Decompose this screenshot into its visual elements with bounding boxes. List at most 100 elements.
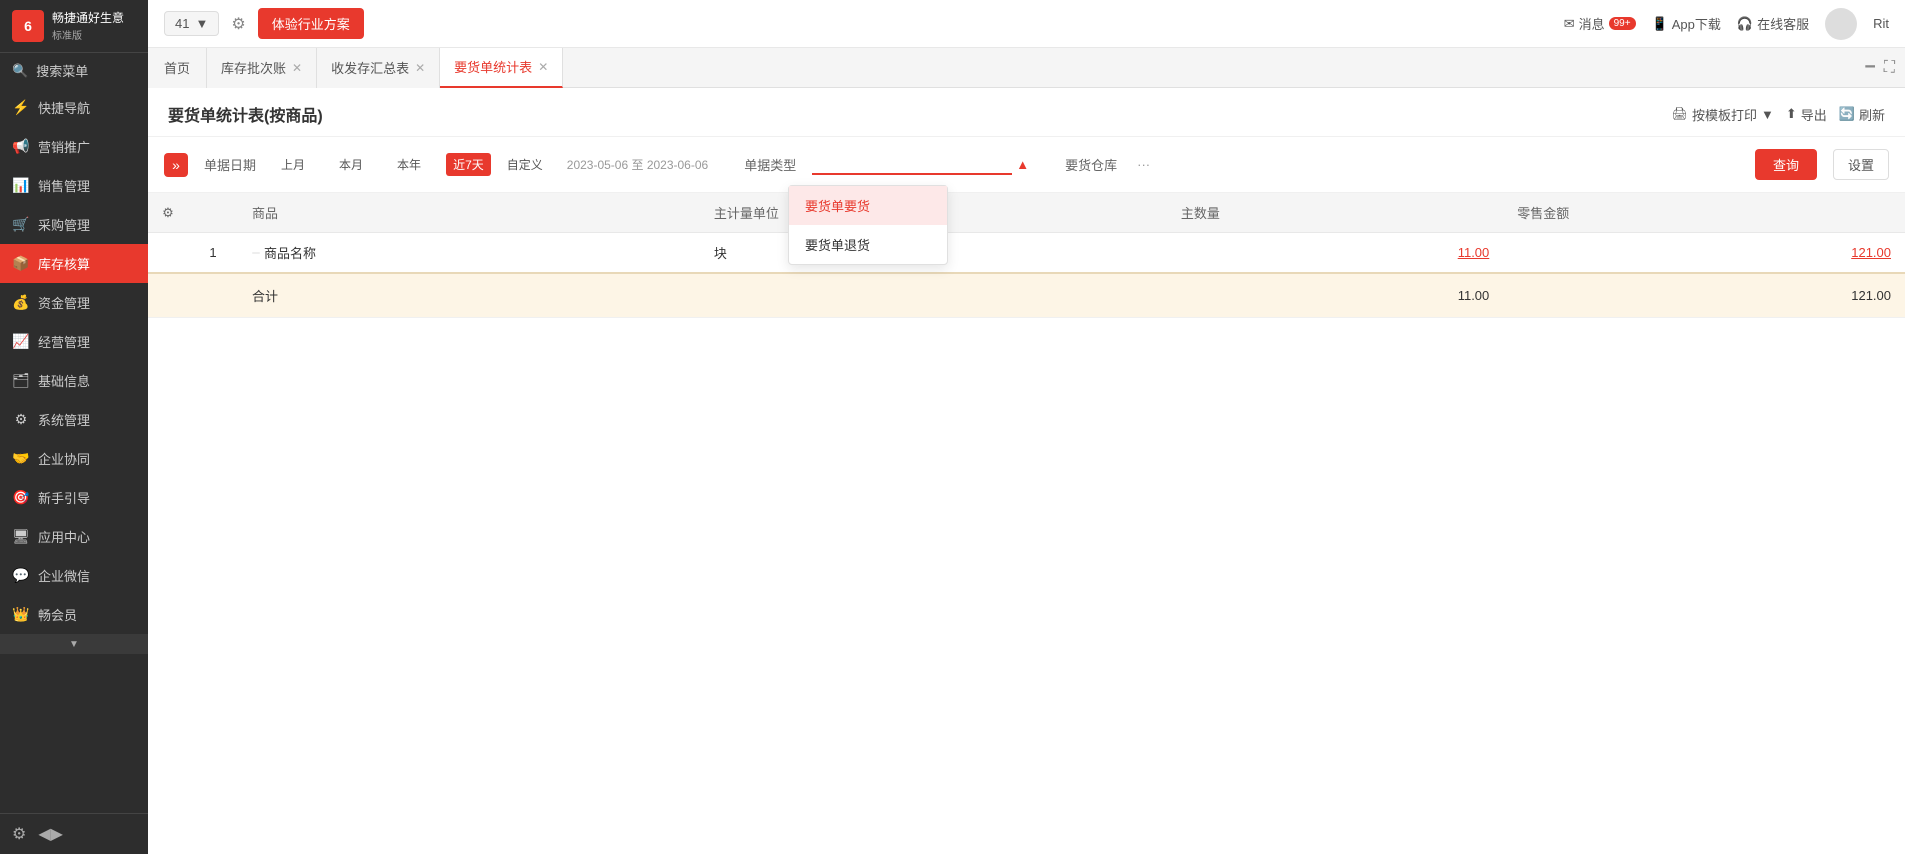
sidebar-item-sales[interactable]: 📊 销售管理 (0, 166, 148, 205)
td-empty (148, 233, 188, 274)
finance-icon: 💰 (12, 294, 30, 311)
trial-industry-button[interactable]: 体验行业方案 (258, 8, 364, 39)
last-7-days-btn[interactable]: 近7天 (446, 153, 491, 176)
page-actions: 🖨 按模板打印 ▼ ⬆ 导出 🔄 刷新 (1671, 105, 1885, 124)
sidebar-item-label: 营销推广 (38, 137, 90, 156)
export-button[interactable]: ⬆ 导出 (1786, 105, 1827, 124)
sidebar-item-label: 系统管理 (38, 410, 90, 429)
type-dropdown-icon[interactable]: ▲ (1016, 157, 1029, 172)
tab-receipts-summary-close[interactable]: ✕ (415, 61, 425, 75)
sidebar-item-label: 应用中心 (38, 527, 90, 546)
sidebar-item-cooperation[interactable]: 🤝 企业协同 (0, 439, 148, 478)
sidebar-item-vip[interactable]: 👑 畅会员 (0, 595, 148, 634)
tab-home[interactable]: 首页 (148, 48, 207, 88)
td-amount: 121.00 (1503, 233, 1905, 274)
sidebar-item-label: 基础信息 (38, 371, 90, 390)
sidebar-item-quick-nav[interactable]: ⚡ 快捷导航 (0, 88, 148, 127)
message-button[interactable]: ✉ 消息 99+ (1564, 14, 1636, 33)
dropdown-item-purchase-order[interactable]: 要货单要货 (789, 186, 947, 225)
store-number: 41 (175, 16, 189, 31)
search-menu[interactable]: 🔍 搜索菜单 (0, 53, 148, 88)
sidebar-scroll-down[interactable]: ▼ (0, 634, 148, 654)
sidebar-item-inventory[interactable]: 📦 库存核算 (0, 244, 148, 283)
warehouse-more-icon[interactable]: ··· (1137, 157, 1150, 172)
settings-footer-icon[interactable]: ⚙ (12, 824, 26, 844)
refresh-icon: 🔄 (1839, 106, 1855, 122)
tab-home-label: 首页 (164, 58, 190, 77)
table-body: 1 商品名称 块 11.00 121.00 (148, 233, 1905, 274)
online-service-button[interactable]: 🎧 在线客服 (1737, 14, 1809, 33)
td-seq: 1 (188, 233, 238, 274)
tabs-maximize-icon[interactable]: ⛶ (1884, 59, 1895, 77)
filter-expand-button[interactable]: » (164, 153, 188, 177)
footer-label: 合计 (238, 273, 700, 318)
settings-button[interactable]: 设置 (1833, 149, 1889, 180)
sidebar-footer: ⚙ ◀▶ (0, 813, 148, 854)
table-footer: 合计 11.00 121.00 (148, 273, 1905, 318)
type-input-wrap: ▲ (812, 154, 1029, 175)
topbar: 41 ▼ ⚙ 体验行业方案 ✉ 消息 99+ 📱 App下载 🎧 在线客服 Ri… (148, 0, 1905, 48)
user-avatar[interactable] (1825, 8, 1857, 40)
product-tag (252, 252, 260, 254)
this-year-btn[interactable]: 本年 (388, 152, 430, 177)
sales-icon: 📊 (12, 177, 30, 194)
page-content: 要货单统计表(按商品) 🖨 按模板打印 ▼ ⬆ 导出 🔄 刷新 (148, 88, 1905, 854)
table-row: 1 商品名称 块 11.00 121.00 (148, 233, 1905, 274)
footer-amount: 121.00 (1503, 273, 1905, 318)
export-label: 导出 (1801, 105, 1827, 124)
tab-inventory-batch[interactable]: 库存批次账 ✕ (207, 48, 317, 88)
sidebar-item-operation[interactable]: 📈 经营管理 (0, 322, 148, 361)
settings-gear-icon[interactable]: ⚙ (231, 14, 245, 34)
store-dropdown-icon: ▼ (195, 16, 208, 31)
export-icon: ⬆ (1786, 106, 1797, 122)
sidebar-item-wechat[interactable]: 💬 企业微信 (0, 556, 148, 595)
td-quantity: 11.00 (1167, 233, 1503, 274)
sidebar-item-purchase[interactable]: 🛒 采购管理 (0, 205, 148, 244)
print-label: 按模板打印 (1692, 105, 1757, 124)
sidebar-item-appstore[interactable]: 🖥 应用中心 (0, 517, 148, 556)
refresh-button[interactable]: 🔄 刷新 (1839, 105, 1885, 124)
app-download-button[interactable]: 📱 App下载 (1652, 14, 1721, 33)
table-wrap: ⚙ 商品 主计量单位 主数量 零售金额 1 (148, 193, 1905, 854)
last-month-btn[interactable]: 上月 (272, 152, 314, 177)
tab-order-summary[interactable]: 要货单统计表 ✕ (440, 48, 563, 88)
print-template-button[interactable]: 🖨 按模板打印 ▼ (1671, 105, 1773, 124)
sidebar-item-system[interactable]: ⚙ 系统管理 (0, 400, 148, 439)
sidebar: 6 畅捷通好生意 标准版 🔍 搜索菜单 ⚡ 快捷导航 📢 营销推广 📊 销售管理… (0, 0, 148, 854)
sidebar-logo: 6 畅捷通好生意 标准版 (0, 0, 148, 53)
message-badge: 99+ (1609, 17, 1636, 30)
tabs-minimize-icon[interactable]: 🗕 (1864, 54, 1875, 81)
sidebar-item-marketing[interactable]: 📢 营销推广 (0, 127, 148, 166)
type-input[interactable] (812, 154, 1012, 175)
sidebar-item-label: 快捷导航 (38, 98, 90, 117)
marketing-icon: 📢 (12, 138, 30, 155)
print-icon: 🖨 (1671, 106, 1688, 122)
system-icon: ⚙ (12, 411, 30, 428)
sidebar-item-label: 采购管理 (38, 215, 90, 234)
filter-row: » 单据日期 上月 本月 本年 近7天 自定义 2023-05-06 至 202… (164, 149, 1889, 180)
filter-area: » 单据日期 上月 本月 本年 近7天 自定义 2023-05-06 至 202… (148, 137, 1905, 193)
dropdown-item-purchase-return[interactable]: 要货单退货 (789, 225, 947, 264)
table-header: ⚙ 商品 主计量单位 主数量 零售金额 (148, 193, 1905, 233)
sidebar-item-label: 经营管理 (38, 332, 90, 351)
type-dropdown-menu: 要货单要货 要货单退货 (788, 185, 948, 265)
collapse-footer-icon[interactable]: ◀▶ (38, 824, 63, 844)
page-title: 要货单统计表(按商品) (168, 102, 323, 126)
th-settings[interactable]: ⚙ (148, 193, 188, 233)
quantity-link[interactable]: 11.00 (1458, 245, 1490, 260)
amount-link[interactable]: 121.00 (1851, 245, 1891, 260)
sidebar-item-label: 新手引导 (38, 488, 90, 507)
custom-date-btn[interactable]: 自定义 (507, 156, 543, 173)
sidebar-item-guide[interactable]: 🎯 新手引导 (0, 478, 148, 517)
sidebar-item-basic[interactable]: 🗂 基础信息 (0, 361, 148, 400)
purchase-icon: 🛒 (12, 216, 30, 233)
wechat-icon: 💬 (12, 567, 30, 584)
tab-order-summary-close[interactable]: ✕ (538, 60, 548, 74)
date-range-display: 2023-05-06 至 2023-06-06 (567, 156, 708, 173)
tab-inventory-batch-close[interactable]: ✕ (292, 61, 302, 75)
this-month-btn[interactable]: 本月 (330, 152, 372, 177)
tab-receipts-summary[interactable]: 收发存汇总表 ✕ (317, 48, 440, 88)
store-selector[interactable]: 41 ▼ (164, 11, 219, 36)
sidebar-item-finance[interactable]: 💰 资金管理 (0, 283, 148, 322)
query-button[interactable]: 查询 (1755, 149, 1817, 180)
